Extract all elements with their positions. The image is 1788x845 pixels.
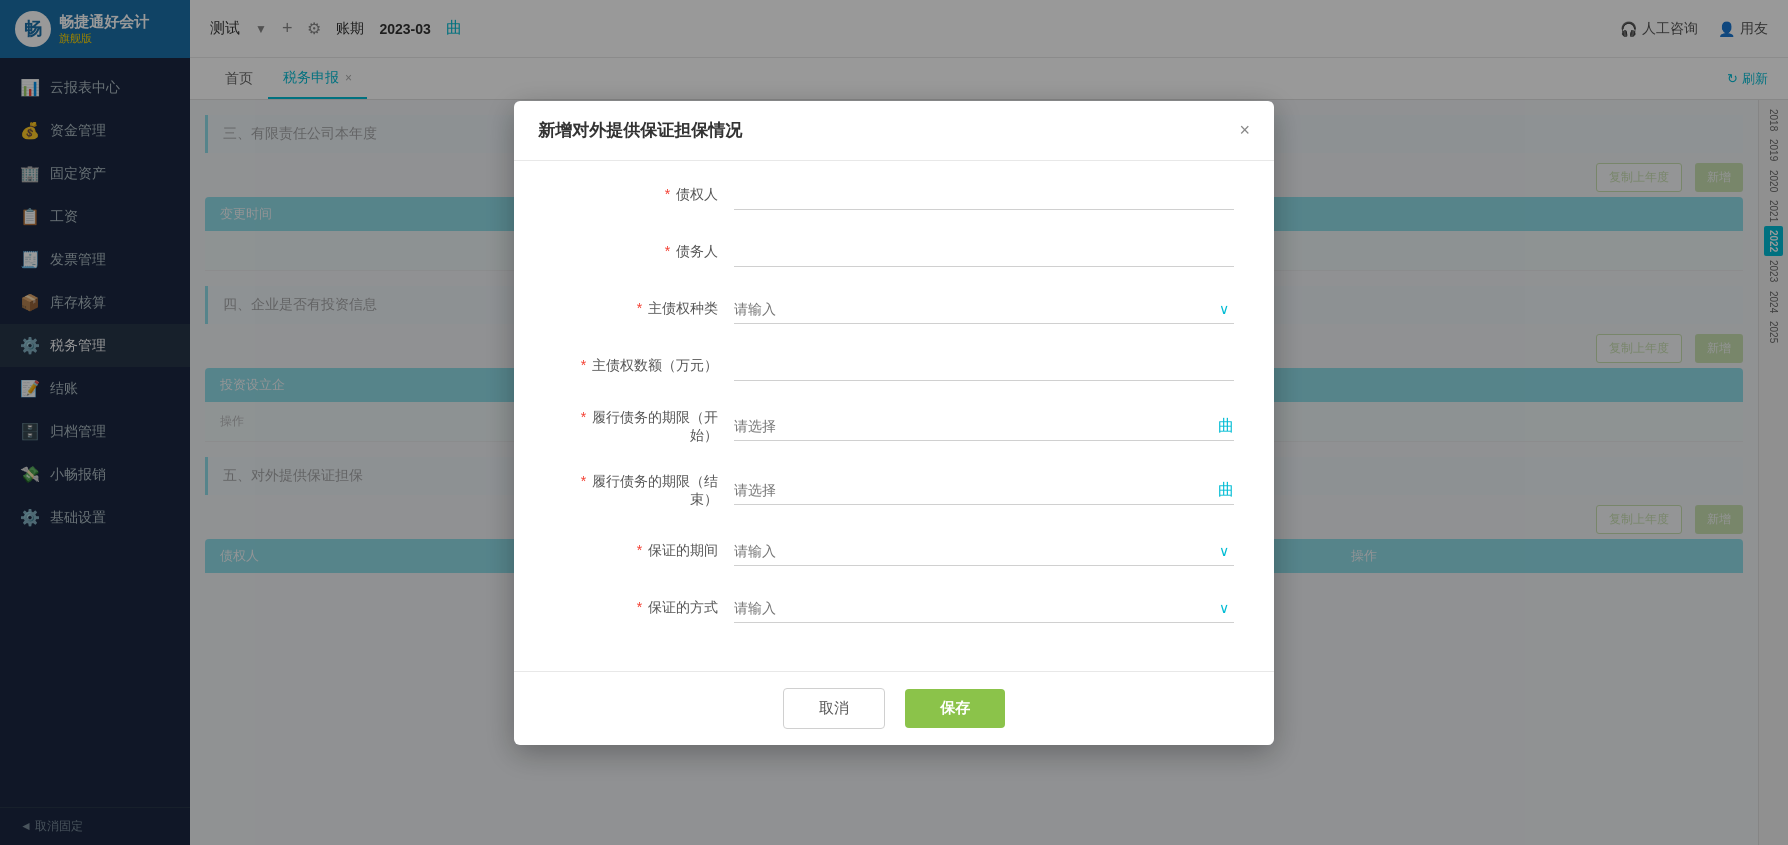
save-button[interactable]: 保存 [905, 689, 1005, 728]
guarantee-period-input[interactable] [734, 537, 1214, 565]
period-start-label: * 履行债务的期限（开始） [554, 409, 734, 445]
debt-type-label: * 主债权种类 [554, 300, 734, 318]
modal-footer: 取消 保存 [514, 671, 1274, 745]
period-start-date[interactable]: 曲 [734, 412, 1234, 441]
period-end-label: * 履行债务的期限（结束） [554, 473, 734, 509]
main-area: 测试 ▼ + ⚙ 账期 2023-03 曲 🎧 人工咨询 👤 用友 首页 [190, 0, 1788, 845]
guarantee-period-arrow-icon[interactable]: ∨ [1214, 543, 1234, 559]
guarantee-method-arrow-icon[interactable]: ∨ [1214, 600, 1234, 616]
debt-amount-label: * 主债权数额（万元） [554, 357, 734, 375]
debt-type-arrow-icon[interactable]: ∨ [1214, 301, 1234, 317]
period-end-field-group: * 履行债务的期限（结束） 曲 [554, 473, 1234, 509]
period-start-input[interactable] [734, 412, 1218, 440]
guarantee-method-input[interactable] [734, 594, 1214, 622]
guarantee-period-field-group: * 保证的期间 ∨ [554, 537, 1234, 566]
modal-dialog: 新增对外提供保证担保情况 × * 债权人 [514, 101, 1274, 745]
debt-type-input[interactable] [734, 295, 1214, 323]
debt-type-field-group: * 主债权种类 ∨ [554, 295, 1234, 324]
modal-title: 新增对外提供保证担保情况 [538, 119, 742, 142]
guarantee-method-field-group: * 保证的方式 ∨ [554, 594, 1234, 623]
modal-header: 新增对外提供保证担保情况 × [514, 101, 1274, 161]
content-area: 三、有限责任公司本年度 复制上年度 新增 变更时间 操作 四、企业是否有投资信息… [190, 100, 1788, 845]
guarantee-period-label: * 保证的期间 [554, 542, 734, 560]
creditor-field-group: * 债权人 [554, 181, 1234, 210]
period-start-calendar-icon[interactable]: 曲 [1218, 416, 1234, 437]
debt-amount-field-group: * 主债权数额（万元） [554, 352, 1234, 381]
period-end-date[interactable]: 曲 [734, 476, 1234, 505]
modal-body: * 债权人 * 债务人 [514, 161, 1274, 671]
period-end-input[interactable] [734, 476, 1218, 504]
guarantee-method-select[interactable]: ∨ [734, 594, 1234, 623]
debtor-label: * 债务人 [554, 243, 734, 261]
debt-type-select[interactable]: ∨ [734, 295, 1234, 324]
debtor-field-group: * 债务人 [554, 238, 1234, 267]
creditor-label: * 债权人 [554, 186, 734, 204]
guarantee-period-select[interactable]: ∨ [734, 537, 1234, 566]
debt-amount-input[interactable] [734, 352, 1234, 381]
creditor-input[interactable] [734, 181, 1234, 210]
period-end-calendar-icon[interactable]: 曲 [1218, 480, 1234, 501]
guarantee-method-label: * 保证的方式 [554, 599, 734, 617]
modal-close-button[interactable]: × [1239, 121, 1250, 139]
modal-overlay: 新增对外提供保证担保情况 × * 债权人 [190, 100, 1788, 845]
debtor-input[interactable] [734, 238, 1234, 267]
cancel-button[interactable]: 取消 [783, 688, 885, 729]
period-start-field-group: * 履行债务的期限（开始） 曲 [554, 409, 1234, 445]
